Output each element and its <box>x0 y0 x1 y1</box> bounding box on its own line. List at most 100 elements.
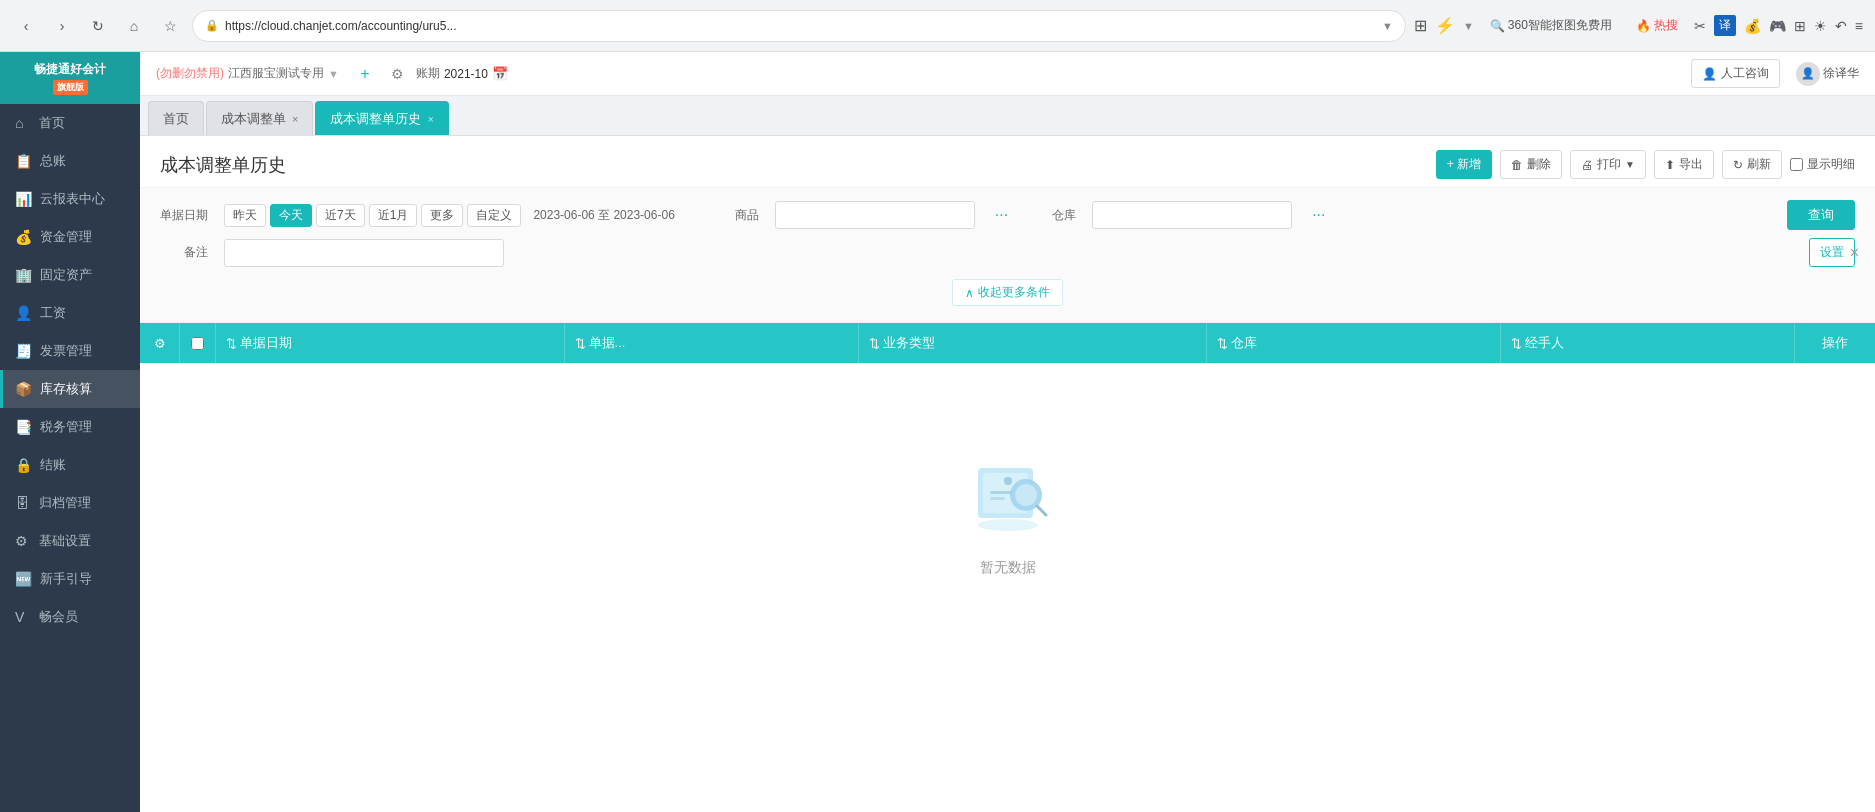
svg-point-0 <box>978 519 1038 531</box>
tax-icon: 📑 <box>15 419 32 435</box>
toolbar-game: 🎮 <box>1769 18 1786 34</box>
product-select[interactable] <box>775 201 975 229</box>
date-btn-yesterday[interactable]: 昨天 <box>224 204 266 227</box>
delete-btn[interactable]: 🗑 删除 <box>1500 150 1562 179</box>
browser-chrome: ‹ › ↻ ⌂ ☆ 🔒 https://cloud.chanjet.com/ac… <box>0 0 1875 52</box>
warehouse-dots[interactable]: ··· <box>1308 206 1329 224</box>
print-btn[interactable]: 🖨 打印 ▼ <box>1570 150 1646 179</box>
dropdown-icon: ▼ <box>328 68 339 80</box>
toolbar-translate: 译 <box>1714 15 1736 36</box>
export-btn[interactable]: ⬆ 导出 <box>1654 150 1714 179</box>
toolbar-grid: ⊞ <box>1794 18 1806 34</box>
vip-icon: V <box>15 609 31 625</box>
forward-btn[interactable]: › <box>48 12 76 40</box>
sidebar-item-closing[interactable]: 🔒 结账 <box>0 446 140 484</box>
query-btn[interactable]: 查询 <box>1787 200 1855 230</box>
tab-home-label: 首页 <box>163 110 189 128</box>
sidebar-item-fixed-assets[interactable]: 🏢 固定资产 <box>0 256 140 294</box>
new-btn[interactable]: + 新增 <box>1436 150 1492 179</box>
sidebar-item-vip[interactable]: V 畅会员 <box>0 598 140 636</box>
settings-filter-btn[interactable]: 设置 <box>1809 238 1855 267</box>
product-dots[interactable]: ··· <box>991 206 1012 224</box>
sidebar-item-inventory[interactable]: 📦 库存核算 <box>0 370 140 408</box>
th-check[interactable] <box>180 323 216 363</box>
collapse-btn[interactable]: ∧ 收起更多条件 <box>952 279 1063 306</box>
sidebar-item-ledger[interactable]: 📋 总账 <box>0 142 140 180</box>
select-all-checkbox[interactable] <box>191 337 204 350</box>
filter-area: 单据日期 昨天 今天 近7天 近1月 更多 自定义 2023-06-06 至 2… <box>140 188 1875 323</box>
show-detail-input[interactable] <box>1790 158 1803 171</box>
tab-cost-adjust[interactable]: 成本调整单 × <box>206 101 313 135</box>
period-value: 2021-10 <box>444 67 488 81</box>
svg-point-6 <box>1004 477 1012 485</box>
hot-search-btn[interactable]: 🔥 热搜 <box>1628 13 1686 38</box>
remark-label: 备注 <box>160 244 208 261</box>
remark-input[interactable] <box>224 239 504 267</box>
refresh-btn[interactable]: ↻ <box>84 12 112 40</box>
home-icon: ⌂ <box>15 115 31 131</box>
page-content: × 成本调整单历史 + 新增 🗑 删除 🖨 打印 ▼ ⬆ <box>140 136 1875 812</box>
print-icon: 🖨 <box>1581 158 1593 172</box>
star-btn[interactable]: ☆ <box>156 12 184 40</box>
search-btn[interactable]: 🔍 360智能抠图免费用 <box>1482 13 1620 38</box>
th-person[interactable]: ⇅ 经手人 <box>1501 323 1795 363</box>
sidebar-item-tax[interactable]: 📑 税务管理 <box>0 408 140 446</box>
th-num-sort: ⇅ <box>575 336 586 351</box>
th-type-sort: ⇅ <box>869 336 880 351</box>
sidebar-item-guide[interactable]: 🆕 新手引导 <box>0 560 140 598</box>
sidebar-item-settings[interactable]: ⚙ 基础设置 <box>0 522 140 560</box>
tab-cost-adjust-close[interactable]: × <box>292 113 298 125</box>
calendar-icon[interactable]: 📅 <box>492 66 508 81</box>
tab-cost-adjust-history[interactable]: 成本调整单历史 × <box>315 101 448 135</box>
date-btn-1month[interactable]: 近1月 <box>369 204 418 227</box>
sidebar-label-closing: 结账 <box>40 456 66 474</box>
th-date[interactable]: ⇅ 单据日期 <box>216 323 565 363</box>
sidebar-item-home[interactable]: ⌂ 首页 <box>0 104 140 142</box>
refresh-btn[interactable]: ↻ 刷新 <box>1722 150 1782 179</box>
page-close-btn[interactable]: × <box>1850 244 1859 262</box>
show-detail-checkbox[interactable]: 显示明细 <box>1790 156 1855 173</box>
th-warehouse[interactable]: ⇅ 仓库 <box>1207 323 1501 363</box>
user-menu[interactable]: 👤 徐译华 <box>1796 62 1859 86</box>
sidebar-item-funds[interactable]: 💰 资金管理 <box>0 218 140 256</box>
warehouse-select[interactable] <box>1092 201 1292 229</box>
home-btn[interactable]: ⌂ <box>120 12 148 40</box>
sidebar-label-salary: 工资 <box>40 304 66 322</box>
back-btn[interactable]: ‹ <box>12 12 40 40</box>
th-type[interactable]: ⇅ 业务类型 <box>859 323 1208 363</box>
human-service-btn[interactable]: 👤 人工咨询 <box>1691 59 1780 88</box>
archive-icon: 🗄 <box>15 495 31 511</box>
date-btn-more[interactable]: 更多 <box>421 204 463 227</box>
sidebar-item-invoice[interactable]: 🧾 发票管理 <box>0 332 140 370</box>
url-text: https://cloud.chanjet.com/accounting/uru… <box>225 19 1376 33</box>
sidebar-label-guide: 新手引导 <box>40 570 92 588</box>
toolbar-undo: ↶ <box>1835 18 1847 34</box>
toolbar-menu: ≡ <box>1855 18 1863 34</box>
sidebar-label-reports: 云报表中心 <box>40 190 105 208</box>
sidebar-label-funds: 资金管理 <box>40 228 92 246</box>
sidebar-item-salary[interactable]: 👤 工资 <box>0 294 140 332</box>
ssl-lock-icon: 🔒 <box>205 19 219 32</box>
empty-illustration <box>958 443 1058 543</box>
app-wrapper: 畅捷通好会计 旗舰版 ⌂ 首页 📋 总账 📊 云报表中心 💰 资金管理 🏢 <box>0 52 1875 812</box>
date-filter: 昨天 今天 近7天 近1月 更多 自定义 2023-06-06 至 2023-0… <box>224 204 675 227</box>
tab-bar: 首页 成本调整单 × 成本调整单历史 × <box>140 96 1875 136</box>
address-bar[interactable]: 🔒 https://cloud.chanjet.com/accounting/u… <box>192 10 1406 42</box>
th-number[interactable]: ⇅ 单据... <box>565 323 859 363</box>
top-bar-right: 👤 人工咨询 👤 徐译华 <box>1691 59 1859 88</box>
tab-home[interactable]: 首页 <box>148 101 204 135</box>
date-btn-7days[interactable]: 近7天 <box>316 204 365 227</box>
settings-gear-icon: ⚙ <box>391 66 404 82</box>
sidebar-label-home: 首页 <box>39 114 65 132</box>
tab-cost-adjust-history-close[interactable]: × <box>427 113 433 125</box>
filter-row-remark: 备注 设置 <box>160 238 1855 267</box>
dropdown-icon: ▼ <box>1382 20 1393 32</box>
date-btn-custom[interactable]: 自定义 <box>467 204 521 227</box>
date-btn-today[interactable]: 今天 <box>270 204 312 227</box>
sidebar-item-reports[interactable]: 📊 云报表中心 <box>0 180 140 218</box>
page-actions: + 新增 🗑 删除 🖨 打印 ▼ ⬆ 导出 ↻ <box>1436 150 1855 179</box>
sidebar-item-archive[interactable]: 🗄 归档管理 <box>0 484 140 522</box>
th-gear[interactable]: ⚙ <box>140 323 180 363</box>
add-company-btn[interactable]: + <box>351 60 379 88</box>
sidebar-label-invoice: 发票管理 <box>40 342 92 360</box>
